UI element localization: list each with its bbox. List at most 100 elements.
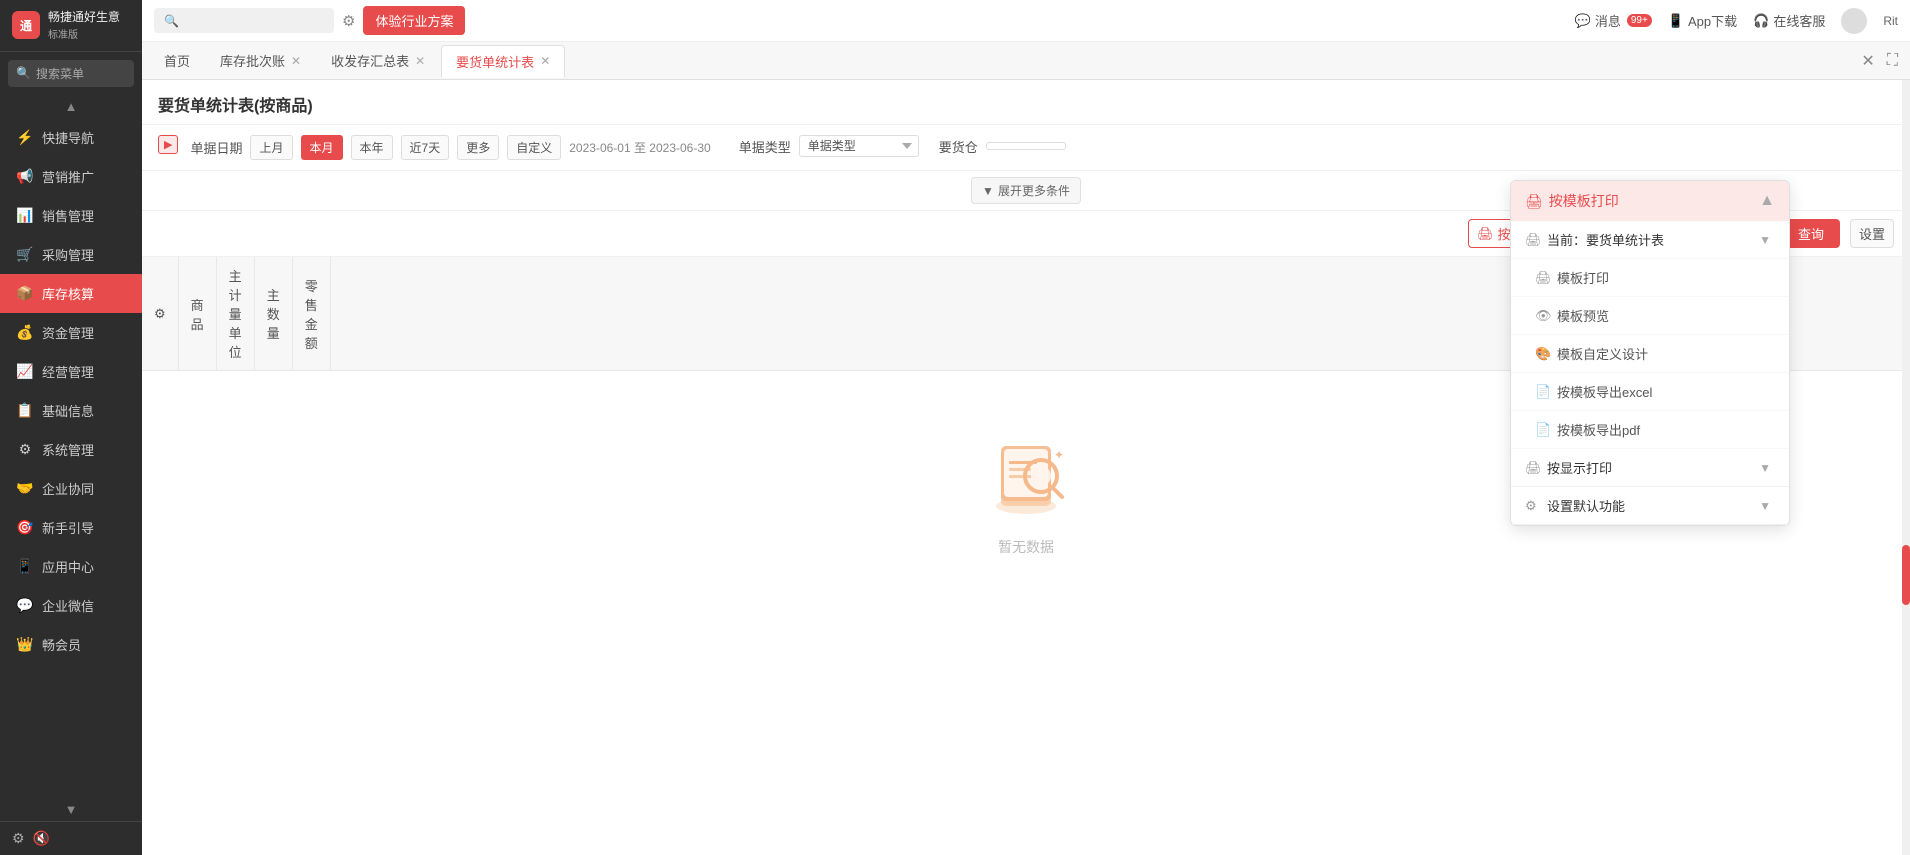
tab-batch-account-label: 库存批次账	[220, 51, 285, 70]
mute-icon[interactable]: 🔇	[33, 830, 50, 847]
template-preview-icon: 👁	[1535, 308, 1552, 324]
sidebar-search[interactable]: 🔍 搜索菜单	[8, 60, 134, 87]
sidebar-item-label: 经营管理	[42, 362, 94, 381]
type-filter-row: 单据类型 单据类型 要货仓	[739, 135, 1066, 157]
settings-icon[interactable]: ⚙	[12, 830, 25, 847]
dropdown-title: 按模板打印	[1549, 191, 1619, 211]
sidebar-item-label: 应用中心	[42, 557, 94, 576]
topbar-search-box[interactable]: 🔍	[154, 8, 334, 33]
tab-home-label: 首页	[164, 51, 190, 70]
tab-batch-account-close[interactable]: ✕	[291, 54, 301, 68]
sidebar-item-operations[interactable]: 📈 经营管理	[0, 352, 142, 391]
dropdown-template-pdf[interactable]: 📄 按模板导出pdf	[1511, 411, 1789, 449]
sidebar-item-basic[interactable]: 📋 基础信息	[0, 391, 142, 430]
current-template-label: 当前：要货单统计表	[1547, 230, 1664, 249]
sidebar-item-apps[interactable]: 📱 应用中心	[0, 547, 142, 586]
sidebar-item-sales[interactable]: 📊 销售管理	[0, 196, 142, 235]
sidebar-item-finance[interactable]: 💰 资金管理	[0, 313, 142, 352]
tab-expand-btn[interactable]: ⛶	[1883, 50, 1902, 72]
dropdown-display-print[interactable]: 🖨 按显示打印 ▼	[1511, 449, 1789, 487]
expand-more-btn[interactable]: ▼ 展开更多条件	[971, 177, 1081, 204]
sidebar-scroll-up[interactable]: ▲	[0, 95, 142, 118]
tab-receive-summary[interactable]: 收发存汇总表 ✕	[317, 45, 439, 76]
display-print-label: 按显示打印	[1547, 458, 1612, 477]
col-settings[interactable]: ⚙	[142, 257, 178, 371]
app-download-btn[interactable]: 📱 App下载	[1668, 11, 1737, 30]
dropdown-current-template[interactable]: 🖨 当前：要货单统计表 ▼	[1511, 221, 1789, 259]
display-print-icon: 🖨	[1525, 460, 1542, 476]
tab-batch-account[interactable]: 库存批次账 ✕	[206, 45, 315, 76]
dropdown-close-btn[interactable]: ▲	[1759, 192, 1775, 210]
trial-btn[interactable]: 体验行业方案	[363, 6, 465, 35]
sidebar-item-system[interactable]: ⚙ 系统管理	[0, 430, 142, 469]
user-avatar[interactable]	[1841, 8, 1867, 34]
sidebar-item-member[interactable]: 👑 畅会员	[0, 625, 142, 664]
tab-home[interactable]: 首页	[150, 45, 204, 76]
topbar-gear-icon[interactable]: ⚙	[342, 12, 355, 30]
quick-nav-icon: ⚡	[16, 129, 34, 146]
sidebar-item-enterprise[interactable]: 🤝 企业协同	[0, 469, 142, 508]
finance-icon: 💰	[16, 324, 34, 341]
template-print-icon: 🖨	[1535, 270, 1552, 286]
template-pdf-label: 按模板导出pdf	[1557, 420, 1640, 439]
sidebar-item-quick-nav[interactable]: ⚡ 快捷导航	[0, 118, 142, 157]
dropdown-template-design[interactable]: 🎨 模板自定义设计	[1511, 335, 1789, 373]
order-category-input[interactable]	[986, 142, 1066, 150]
main-content: 要货单统计表(按商品) ▶ 单据日期 上月 本月 本年 近7天 更多 自定义 2…	[142, 80, 1910, 855]
order-type-select[interactable]: 单据类型	[799, 135, 919, 157]
date-btn-last-month[interactable]: 上月	[250, 135, 292, 160]
query-btn[interactable]: 查询	[1782, 219, 1840, 248]
search-icon: 🔍	[16, 66, 31, 80]
dropdown-default-setting[interactable]: ⚙ 设置默认功能 ▼	[1511, 487, 1789, 525]
tab-close-all-btn[interactable]: ✕	[1857, 49, 1878, 73]
online-service-btn[interactable]: 🎧 在线客服	[1753, 11, 1825, 30]
tab-order-summary[interactable]: 要货单统计表 ✕	[441, 45, 565, 78]
filter-expand-icon[interactable]: ▶	[158, 135, 178, 154]
date-btn-this-month[interactable]: 本月	[301, 135, 343, 160]
tab-receive-summary-close[interactable]: ✕	[415, 54, 425, 68]
tab-receive-summary-label: 收发存汇总表	[331, 51, 409, 70]
tab-order-summary-close[interactable]: ✕	[540, 54, 550, 68]
date-btn-7days[interactable]: 近7天	[401, 135, 450, 160]
col-unit: 主计量单位	[216, 257, 254, 371]
dropdown-template-preview[interactable]: 👁 模板预览	[1511, 297, 1789, 335]
messages-btn[interactable]: 💬 消息 99+	[1575, 11, 1652, 30]
app-download-icon: 📱	[1668, 13, 1684, 29]
marketing-icon: 📢	[16, 168, 34, 185]
sidebar-nav: ⚡ 快捷导航 📢 营销推广 📊 销售管理 🛒 采购管理 📦 库存核算 💰 资金管…	[0, 118, 142, 798]
sidebar-item-guide[interactable]: 🎯 新手引导	[0, 508, 142, 547]
apps-icon: 📱	[16, 558, 34, 575]
right-scrollbar[interactable]	[1902, 80, 1910, 855]
sidebar: 通 畅捷通好生意 标准版 🔍 搜索菜单 ▲ ⚡ 快捷导航 📢 营销推广 📊 销售…	[0, 0, 142, 855]
date-label: 单据日期	[190, 138, 242, 157]
col-product: 商品	[178, 257, 216, 371]
expand-more-label: 展开更多条件	[998, 182, 1070, 199]
topbar-left: 🔍 ⚙ 体验行业方案	[154, 6, 465, 35]
template-pdf-icon: 📄	[1535, 422, 1551, 438]
col-quantity: 主数量	[254, 257, 292, 371]
dropdown-template-print[interactable]: 🖨 模板打印	[1511, 259, 1789, 297]
sidebar-item-purchase[interactable]: 🛒 采购管理	[0, 235, 142, 274]
date-btn-more[interactable]: 更多	[457, 135, 499, 160]
date-range-display: 2023-06-01 至 2023-06-30	[569, 139, 710, 156]
logo-text: 畅捷通好生意	[48, 10, 120, 26]
dropdown-print-icon: 🖨	[1525, 193, 1543, 210]
sidebar-item-label: 畅会员	[42, 635, 81, 654]
sidebar-item-marketing[interactable]: 📢 营销推广	[0, 157, 142, 196]
tabbar: 首页 库存批次账 ✕ 收发存汇总表 ✕ 要货单统计表 ✕ ✕ ⛶	[142, 42, 1910, 80]
user-name: Rit	[1883, 14, 1898, 28]
filter-bar: ▶ 单据日期 上月 本月 本年 近7天 更多 自定义 2023-06-01 至 …	[142, 125, 1910, 171]
sidebar-scroll-down[interactable]: ▼	[0, 798, 142, 821]
svg-text:✦: ✦	[1054, 448, 1064, 462]
basic-icon: 📋	[16, 402, 34, 419]
current-template-arrow: ▼	[1759, 233, 1771, 247]
dropdown-template-excel[interactable]: 📄 按模板导出excel	[1511, 373, 1789, 411]
tabbar-controls: ✕ ⛶	[1857, 49, 1910, 73]
sidebar-item-inventory[interactable]: 📦 库存核算	[0, 274, 142, 313]
date-btn-this-year[interactable]: 本年	[351, 135, 393, 160]
sidebar-item-wechat[interactable]: 💬 企业微信	[0, 586, 142, 625]
template-excel-label: 按模板导出excel	[1557, 382, 1652, 401]
date-btn-custom[interactable]: 自定义	[507, 135, 561, 160]
template-print-label: 模板打印	[1557, 268, 1609, 287]
settings-btn[interactable]: 设置	[1850, 219, 1894, 248]
